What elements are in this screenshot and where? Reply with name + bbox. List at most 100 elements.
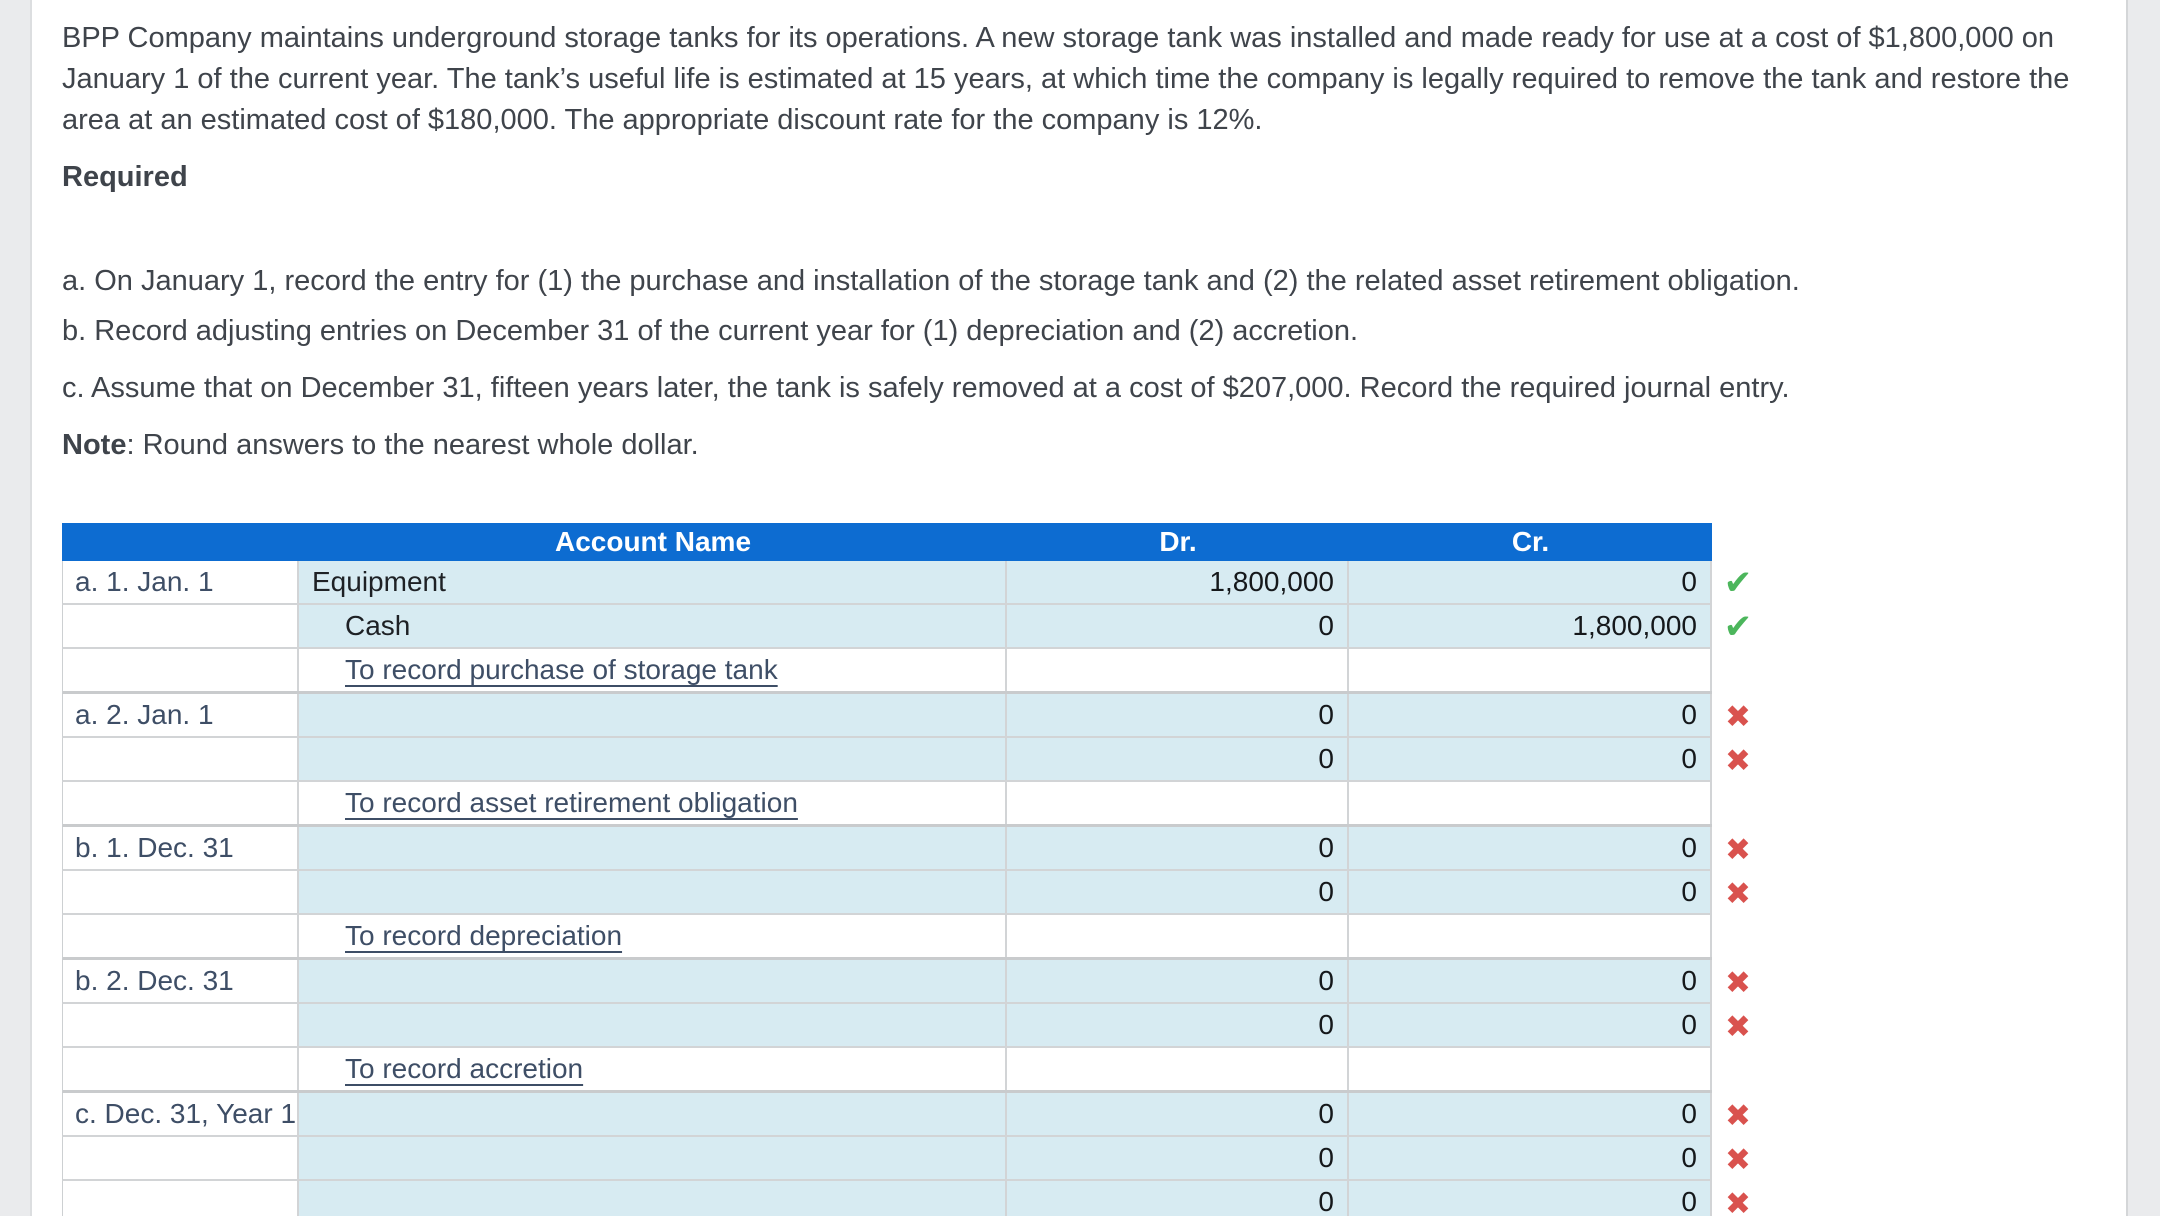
cr-input-cell[interactable]: 0 [1349,561,1712,603]
cr-cell-empty [1349,1048,1712,1090]
result-mark [1712,649,1764,694]
memo-link[interactable]: To record depreciation [345,920,622,952]
dr-cell-empty [1007,782,1349,824]
memo-link[interactable]: To record asset retirement obligation [345,787,798,819]
dr-input-cell[interactable]: 0 [1007,960,1349,1002]
x-icon: ✖ [1725,1008,1751,1044]
dr-input-cell[interactable]: 0 [1007,1004,1349,1046]
account-input-cell[interactable]: Equipment [299,561,1007,603]
dr-cell-empty [1007,649,1349,691]
date-cell: a. 1. Jan. 1 [63,561,299,603]
date-cell [63,871,299,913]
date-cell: c. Dec. 31, Year 15 [63,1093,299,1135]
account-input-cell[interactable] [299,1137,1007,1179]
account-input-cell[interactable] [299,827,1007,869]
cr-input-cell[interactable]: 0 [1349,1181,1712,1216]
required-heading: Required [62,161,188,193]
row-cells: a. 2. Jan. 1 00 [62,694,1712,738]
cr-input-cell[interactable]: 0 [1349,1093,1712,1135]
header-account-name: Account Name [554,526,752,557]
table-row: a. 1. Jan. 1 Equipment 1,800,000 0 ✔ [62,561,2096,605]
table-row: To record depreciation [62,915,2096,960]
memo-cell: To record depreciation [299,915,1007,957]
result-mark: ✔ [1712,605,1764,649]
cr-input-cell[interactable]: 0 [1349,871,1712,913]
cr-input-cell[interactable]: 0 [1349,960,1712,1002]
date-cell [63,738,299,780]
dr-input-cell[interactable]: 0 [1007,694,1349,736]
x-icon: ✖ [1725,698,1751,734]
dr-input-cell[interactable]: 0 [1007,738,1349,780]
note-line: Note: Round answers to the nearest whole… [62,425,2072,466]
content-area: BPP Company maintains underground storag… [30,0,2128,1216]
account-input-cell[interactable] [299,694,1007,736]
dr-input-cell[interactable]: 0 [1007,871,1349,913]
account-input-cell[interactable] [299,1093,1007,1135]
cr-input-cell[interactable]: 0 [1349,827,1712,869]
row-cells: 00 [62,1181,1712,1216]
table-row: 0 0 ✖ [62,1181,2096,1216]
account-input-cell[interactable] [299,738,1007,780]
dr-input-cell[interactable]: 0 [1007,1093,1349,1135]
problem-paragraph: BPP Company maintains underground storag… [62,22,2070,136]
journal-entry-table: Account Name Dr. Cr. a. 1. Jan. 1 Equipme… [62,523,2096,1216]
table-row: a. 2. Jan. 1 0 0 ✖ [62,694,2096,738]
row-cells: To record asset retirement obligation [62,782,1712,827]
row-cells: 00 [62,738,1712,782]
table-row: To record asset retirement obligation [62,782,2096,827]
table-row: 0 0 ✖ [62,1004,2096,1048]
row-cells: To record accretion [62,1048,1712,1093]
result-mark: ✖ [1712,1093,1764,1137]
dr-input-cell[interactable]: 0 [1007,1181,1349,1216]
cr-input-cell[interactable]: 1,800,000 [1349,605,1712,647]
cr-cell-empty [1349,782,1712,824]
date-cell: b. 2. Dec. 31 [63,960,299,1002]
memo-cell: To record accretion [299,1048,1007,1090]
dr-input-cell[interactable]: 0 [1007,827,1349,869]
dr-input-cell[interactable]: 1,800,000 [1007,561,1349,603]
x-icon: ✖ [1725,964,1751,1000]
account-input-cell[interactable] [299,871,1007,913]
result-mark: ✔ [1712,561,1764,605]
header-dr: Dr. [1159,526,1197,557]
cr-input-cell[interactable]: 0 [1349,694,1712,736]
requirement-a: a. On January 1, record the entry for (1… [62,265,1800,297]
header-cr: Cr. [1511,526,1550,557]
account-input-cell[interactable] [299,1004,1007,1046]
table-body: a. 1. Jan. 1 Equipment 1,800,000 0 ✔ Cash 0 1,8… [62,561,2096,1216]
date-cell: b. 1. Dec. 31 [63,827,299,869]
memo-link[interactable]: To record accretion [345,1053,583,1085]
x-icon: ✖ [1725,1185,1751,1216]
x-icon: ✖ [1725,875,1751,911]
dr-input-cell[interactable]: 0 [1007,1137,1349,1179]
result-mark: ✖ [1712,694,1764,738]
x-icon: ✖ [1725,1097,1751,1133]
header-cells: Account Name Dr. Cr. [62,523,1712,561]
header-date [63,523,299,561]
page-background: BPP Company maintains underground storag… [0,0,2160,1216]
table-row: b. 1. Dec. 31 0 0 ✖ [62,827,2096,871]
account-input-cell[interactable] [299,960,1007,1002]
memo-link[interactable]: To record purchase of storage tank [345,654,778,686]
table-row: 0 0 ✖ [62,738,2096,782]
table-row: To record accretion [62,1048,2096,1093]
result-mark: ✖ [1712,738,1764,782]
account-input-cell[interactable]: Cash [299,605,1007,647]
row-cells: 00 [62,871,1712,915]
date-cell [63,1181,299,1216]
result-mark [1712,915,1764,960]
result-mark [1712,782,1764,827]
requirement-c: c. Assume that on December 31, fifteen y… [62,372,1790,404]
result-mark: ✖ [1712,1181,1764,1216]
cr-input-cell[interactable]: 0 [1349,1137,1712,1179]
result-mark: ✖ [1712,960,1764,1004]
memo-cell: To record purchase of storage tank [299,649,1007,691]
cr-input-cell[interactable]: 0 [1349,738,1712,780]
cr-input-cell[interactable]: 0 [1349,1004,1712,1046]
dr-input-cell[interactable]: 0 [1007,605,1349,647]
requirement-b: b. Record adjusting entries on December … [62,315,1359,347]
account-input-cell[interactable] [299,1181,1007,1216]
date-cell [63,782,299,824]
date-cell [63,1048,299,1090]
date-cell [63,915,299,957]
